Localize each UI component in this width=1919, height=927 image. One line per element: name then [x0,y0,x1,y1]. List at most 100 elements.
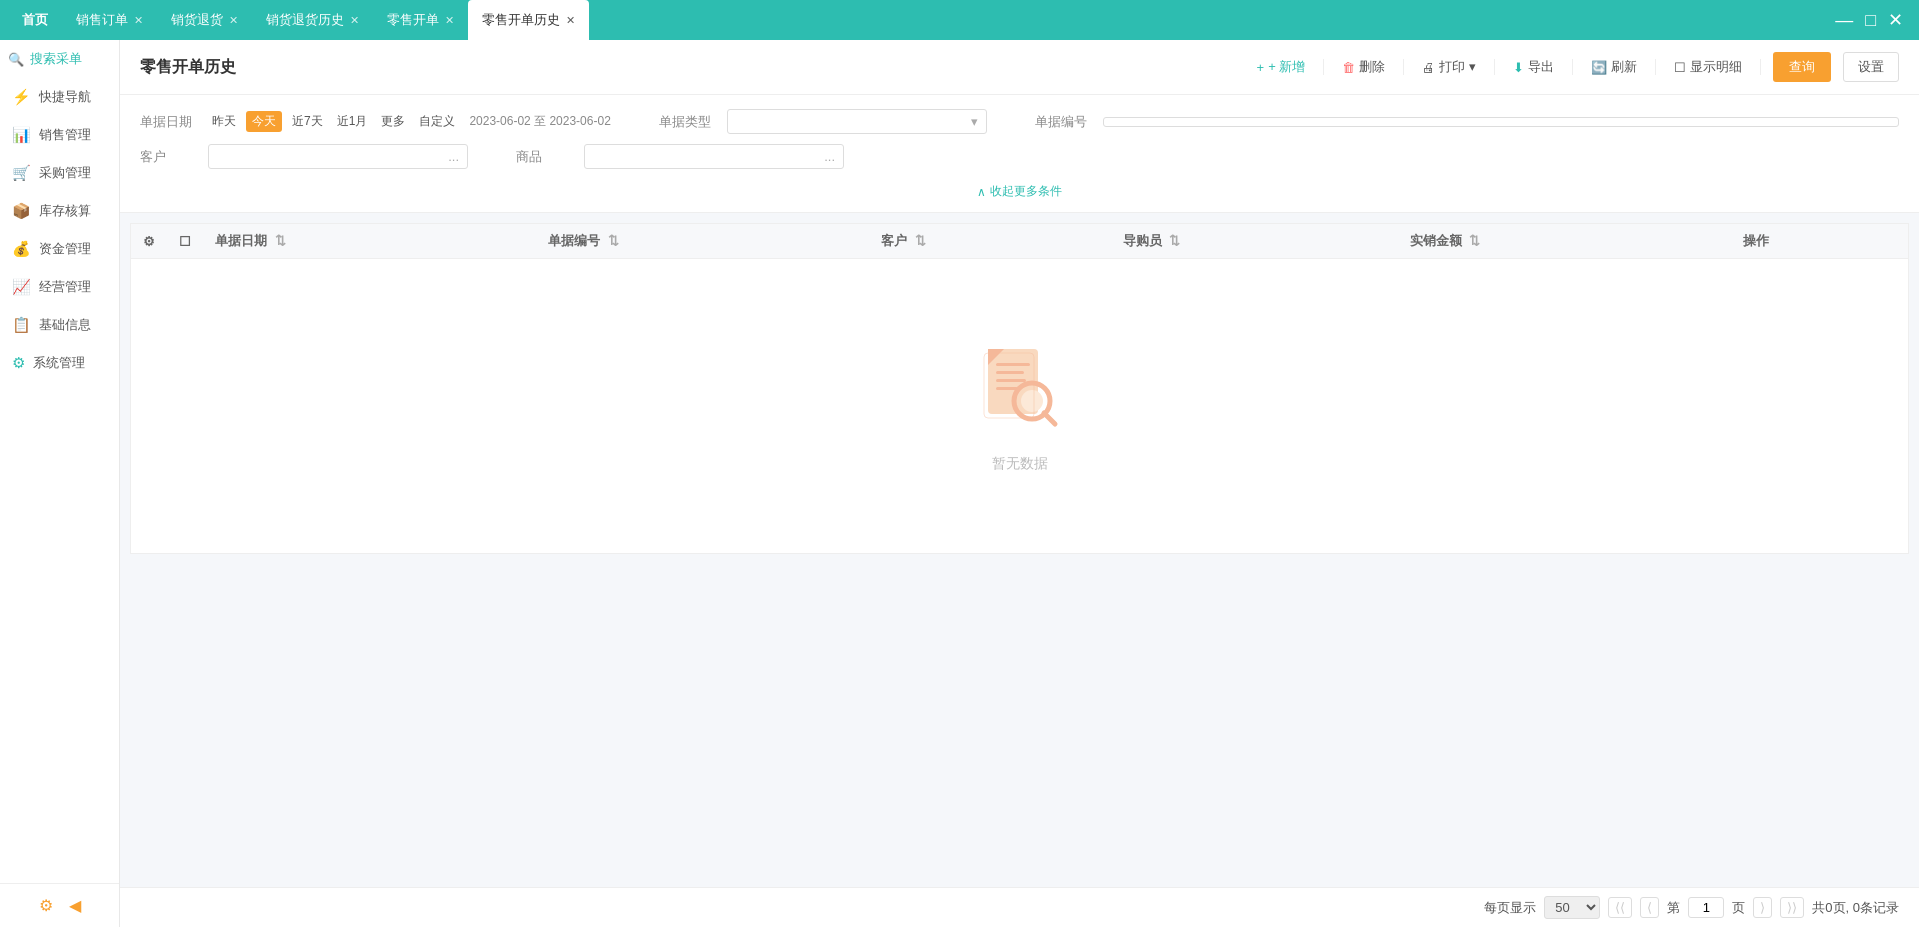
empty-text: 暂无数据 [992,455,1048,473]
total-info: 共0页, 0条记录 [1812,899,1899,917]
page-title: 零售开单历史 [140,57,236,78]
divider-2 [1403,59,1404,75]
th-customer[interactable]: 客户 ⇅ [869,224,1111,259]
goods-dots-icon: ... [824,149,835,164]
data-table: ⚙ ☐ 单据日期 ⇅ 单据编号 ⇅ 客户 ⇅ [130,223,1909,554]
maximize-icon[interactable]: □ [1865,10,1876,31]
type-select-arrow: ▾ [971,114,978,129]
divider-5 [1655,59,1656,75]
page-number-input[interactable] [1688,897,1724,918]
window-close-icon[interactable]: ✕ [1888,9,1903,31]
goods-filter-label: 商品 [516,148,576,166]
minimize-icon[interactable]: — [1835,10,1853,31]
date-btn-1month[interactable]: 近1月 [333,111,372,132]
tab-sales-return[interactable]: 销货退货 ✕ [157,0,252,40]
add-button[interactable]: + + 新增 [1251,54,1312,80]
purchase-icon: 🛒 [12,164,31,182]
checkbox-icon: ☐ [1674,60,1686,75]
system-icon: ⚙ [12,354,25,372]
delete-icon: 🗑 [1342,60,1355,75]
collapse-more-button[interactable]: ∧ 收起更多条件 [140,179,1899,204]
date-btn-custom[interactable]: 自定义 [415,111,459,132]
print-button[interactable]: 🖨 打印 ▾ [1416,54,1482,80]
th-settings[interactable]: ⚙ [131,224,168,259]
top-tabbar: 首页 销售订单 ✕ 销货退货 ✕ 销货退货历史 ✕ 零售开单 ✕ 零售开单历史 … [0,0,1919,40]
settings-bottom-icon[interactable]: ⚙ [39,896,53,915]
sidebar-item-finance[interactable]: 💰 资金管理 [0,230,119,268]
inventory-icon: 📦 [12,202,31,220]
number-filter-input[interactable] [1103,117,1899,127]
goods-filter-input[interactable]: ... [584,144,844,169]
chevron-up-icon: ∧ [977,185,986,199]
refresh-icon: 🔄 [1591,60,1607,75]
sidebar-item-quick-nav[interactable]: ⚡ 快捷导航 [0,78,119,116]
th-date[interactable]: 单据日期 ⇅ [203,224,536,259]
date-filter-label: 单据日期 [140,113,200,131]
divider-6 [1760,59,1761,75]
date-btn-today[interactable]: 今天 [246,111,282,132]
close-tab-retail-open-history[interactable]: ✕ [566,14,575,27]
tab-sales-order[interactable]: 销售订单 ✕ [62,0,157,40]
content-area: 零售开单历史 + + 新增 🗑 删除 🖨 打印 ▾ ⬇ [120,40,1919,927]
close-tab-sales-order[interactable]: ✕ [134,14,143,27]
quick-nav-icon: ⚡ [12,88,31,106]
sort-date-icon: ⇅ [275,233,286,248]
sidebar-item-operations[interactable]: 📈 经营管理 [0,268,119,306]
date-btn-more[interactable]: 更多 [377,111,409,132]
sort-customer-icon: ⇅ [915,233,926,248]
query-button[interactable]: 查询 [1773,52,1831,82]
tab-home[interactable]: 首页 [8,0,62,40]
type-filter-select[interactable]: ▾ [727,109,987,134]
search-icon: 🔍 [8,52,24,67]
th-amount[interactable]: 实销金额 ⇅ [1398,224,1731,259]
export-button[interactable]: ⬇ 导出 [1507,54,1560,80]
display-detail-button[interactable]: ☐ 显示明细 [1668,54,1748,80]
sidebar-item-inventory[interactable]: 📦 库存核算 [0,192,119,230]
close-tab-retail-open[interactable]: ✕ [445,14,454,27]
th-checkbox[interactable]: ☐ [167,224,203,259]
settings-button[interactable]: 设置 [1843,52,1899,82]
date-btn-yesterday[interactable]: 昨天 [208,111,240,132]
customer-filter-label: 客户 [140,148,200,166]
svg-point-7 [1021,390,1043,412]
toolbar: + + 新增 🗑 删除 🖨 打印 ▾ ⬇ 导出 [1251,52,1899,82]
page-size-select[interactable]: 50 100 200 [1544,896,1600,919]
sidebar-item-purchase[interactable]: 🛒 采购管理 [0,154,119,192]
filter-row-1: 单据日期 昨天 今天 近7天 近1月 更多 自定义 2023-06-02 至 2… [140,109,1899,134]
page-header: 零售开单历史 + + 新增 🗑 删除 🖨 打印 ▾ ⬇ [120,40,1919,95]
th-number[interactable]: 单据编号 ⇅ [536,224,869,259]
th-ops: 操作 [1731,224,1909,259]
sidebar-search[interactable]: 🔍 搜索采单 [0,40,119,78]
close-tab-sales-return-history[interactable]: ✕ [350,14,359,27]
print-icon: 🖨 [1422,60,1435,75]
last-page-button[interactable]: ⟩⟩ [1780,897,1804,918]
date-btn-7days[interactable]: 近7天 [288,111,327,132]
tab-retail-open-history[interactable]: 零售开单历史 ✕ [468,0,589,40]
svg-line-8 [1044,413,1055,424]
tab-retail-open[interactable]: 零售开单 ✕ [373,0,468,40]
window-controls: — □ ✕ [1835,9,1911,31]
customer-filter-input[interactable]: ... [208,144,468,169]
sidebar-bottom: ⚙ ◀ [0,883,119,927]
first-page-button[interactable]: ⟨⟨ [1608,897,1632,918]
refresh-button[interactable]: 🔄 刷新 [1585,54,1643,80]
prev-page-button[interactable]: ⟨ [1640,897,1659,918]
sidebar-item-basic-info[interactable]: 📋 基础信息 [0,306,119,344]
date-range-display: 2023-06-02 至 2023-06-02 [469,113,610,130]
empty-state-cell: 暂无数据 [131,259,1909,554]
close-tab-sales-return[interactable]: ✕ [229,14,238,27]
collapse-sidebar-icon[interactable]: ◀ [69,896,81,915]
next-page-button[interactable]: ⟩ [1753,897,1772,918]
sidebar-item-sales[interactable]: 📊 销售管理 [0,116,119,154]
th-salesperson[interactable]: 导购员 ⇅ [1111,224,1398,259]
empty-illustration [970,339,1070,439]
tab-sales-return-history[interactable]: 销货退货历史 ✕ [252,0,373,40]
sidebar-item-system[interactable]: ⚙ 系统管理 [0,344,119,382]
date-shortcuts: 昨天 今天 近7天 近1月 更多 自定义 2023-06-02 至 2023-0… [208,111,611,132]
customer-dots-icon: ... [448,149,459,164]
divider-4 [1572,59,1573,75]
sort-amount-icon: ⇅ [1469,233,1480,248]
number-filter-label: 单据编号 [1035,113,1095,131]
add-icon: + [1257,60,1265,75]
delete-button[interactable]: 🗑 删除 [1336,54,1391,80]
